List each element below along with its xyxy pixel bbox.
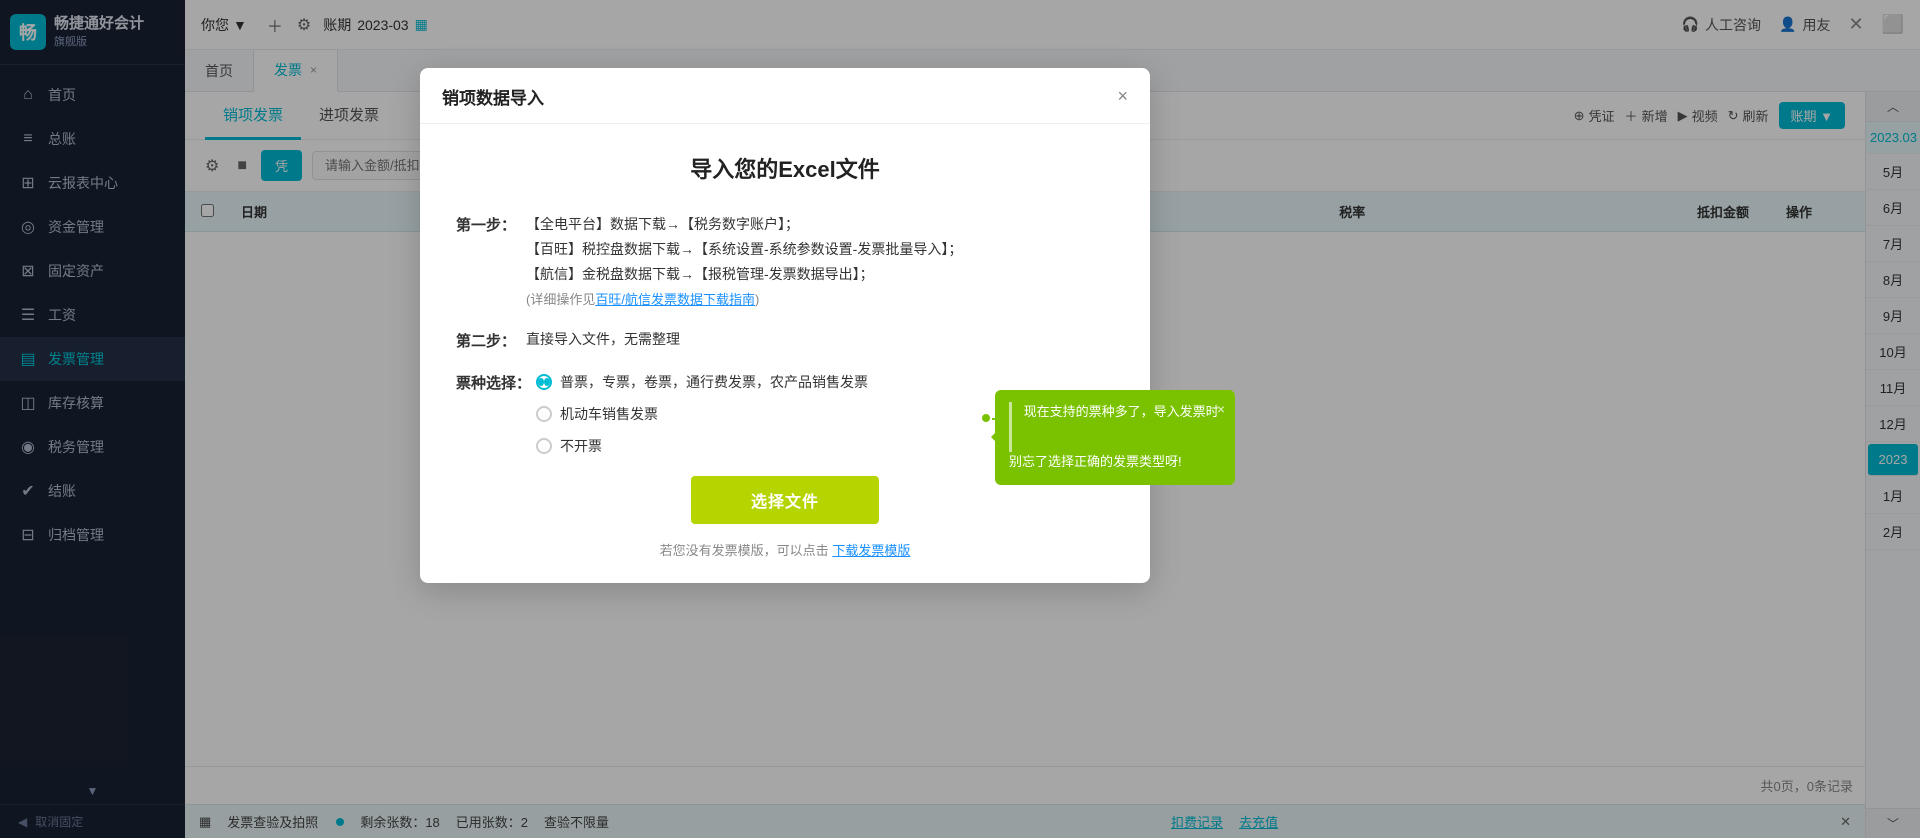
radio-vehicle[interactable]: 机动车销售发票 (536, 404, 868, 424)
radio-no-invoice[interactable]: 不开票 (536, 436, 868, 456)
radio-vehicle-label: 机动车销售发票 (560, 404, 658, 424)
step1-content: 【全电平台】数据下载→【税务数字账户】； 【百旺】税控盘数据下载→【系统设置-系… (526, 212, 1114, 311)
step2-label: 第二步： (456, 328, 526, 351)
footer-text: 若您没有发票模版，可以点击 (660, 543, 829, 558)
modal-main-title: 导入您的Excel文件 (456, 152, 1114, 184)
modal-footer: 若您没有发票模版，可以点击 下载发票模版 (456, 540, 1114, 559)
step1-line2: 【百旺】税控盘数据下载→【系统设置-系统参数设置-发票批量导入】； (526, 237, 1114, 262)
modal-title: 销项数据导入 (442, 84, 544, 109)
radio-no-invoice-label: 不开票 (560, 436, 602, 456)
step1-label: 第一步： (456, 212, 526, 235)
ticket-label: 票种选择： (456, 372, 536, 393)
step1-link: (详细操作见百旺/航信发票数据下载指南) (526, 288, 1114, 311)
radio-normal-circle (536, 374, 552, 390)
step2-row: 第二步： 直接导入文件，无需整理 (456, 327, 1114, 352)
tooltip-box: × 现在支持的票种多了，导入发票时别忘了选择正确的发票类型呀! (995, 390, 1235, 485)
radio-group: 普票，专票，卷票，通行费发票，农产品销售发票 机动车销售发票 不开票 (536, 372, 868, 456)
import-modal: 销项数据导入 × 导入您的Excel文件 第一步： 【全电平台】数据下载→【税务… (420, 68, 1150, 583)
radio-normal-label: 普票，专票，卷票，通行费发票，农产品销售发票 (560, 372, 868, 392)
step1-line3: 【航信】金税盘数据下载→【报税管理-发票数据导出】； (526, 262, 1114, 287)
tooltip-text: 现在支持的票种多了，导入发票时别忘了选择正确的发票类型呀! (1009, 404, 1219, 469)
radio-normal-dot (538, 378, 544, 386)
step1-row: 第一步： 【全电平台】数据下载→【税务数字账户】； 【百旺】税控盘数据下载→【系… (456, 212, 1114, 311)
radio-no-invoice-circle (536, 438, 552, 454)
radio-vehicle-circle (536, 406, 552, 422)
modal-header: 销项数据导入 × (420, 68, 1150, 124)
guide-link[interactable]: 百旺/航信发票数据下载指南 (595, 292, 755, 307)
tooltip-dot (980, 412, 992, 424)
modal-close-btn[interactable]: × (1117, 86, 1128, 107)
download-template-link[interactable]: 下载发票模版 (832, 543, 910, 558)
modal-body: 导入您的Excel文件 第一步： 【全电平台】数据下载→【税务数字账户】； 【百… (420, 124, 1150, 583)
select-file-btn[interactable]: 选择文件 (691, 476, 879, 524)
tooltip-bar (1009, 402, 1012, 452)
tooltip-close-btn[interactable]: × (1217, 398, 1225, 420)
step1-line1: 【全电平台】数据下载→【税务数字账户】； (526, 212, 1114, 237)
step2-text: 直接导入文件，无需整理 (526, 327, 1114, 352)
radio-normal[interactable]: 普票，专票，卷票，通行费发票，农产品销售发票 (536, 372, 868, 392)
